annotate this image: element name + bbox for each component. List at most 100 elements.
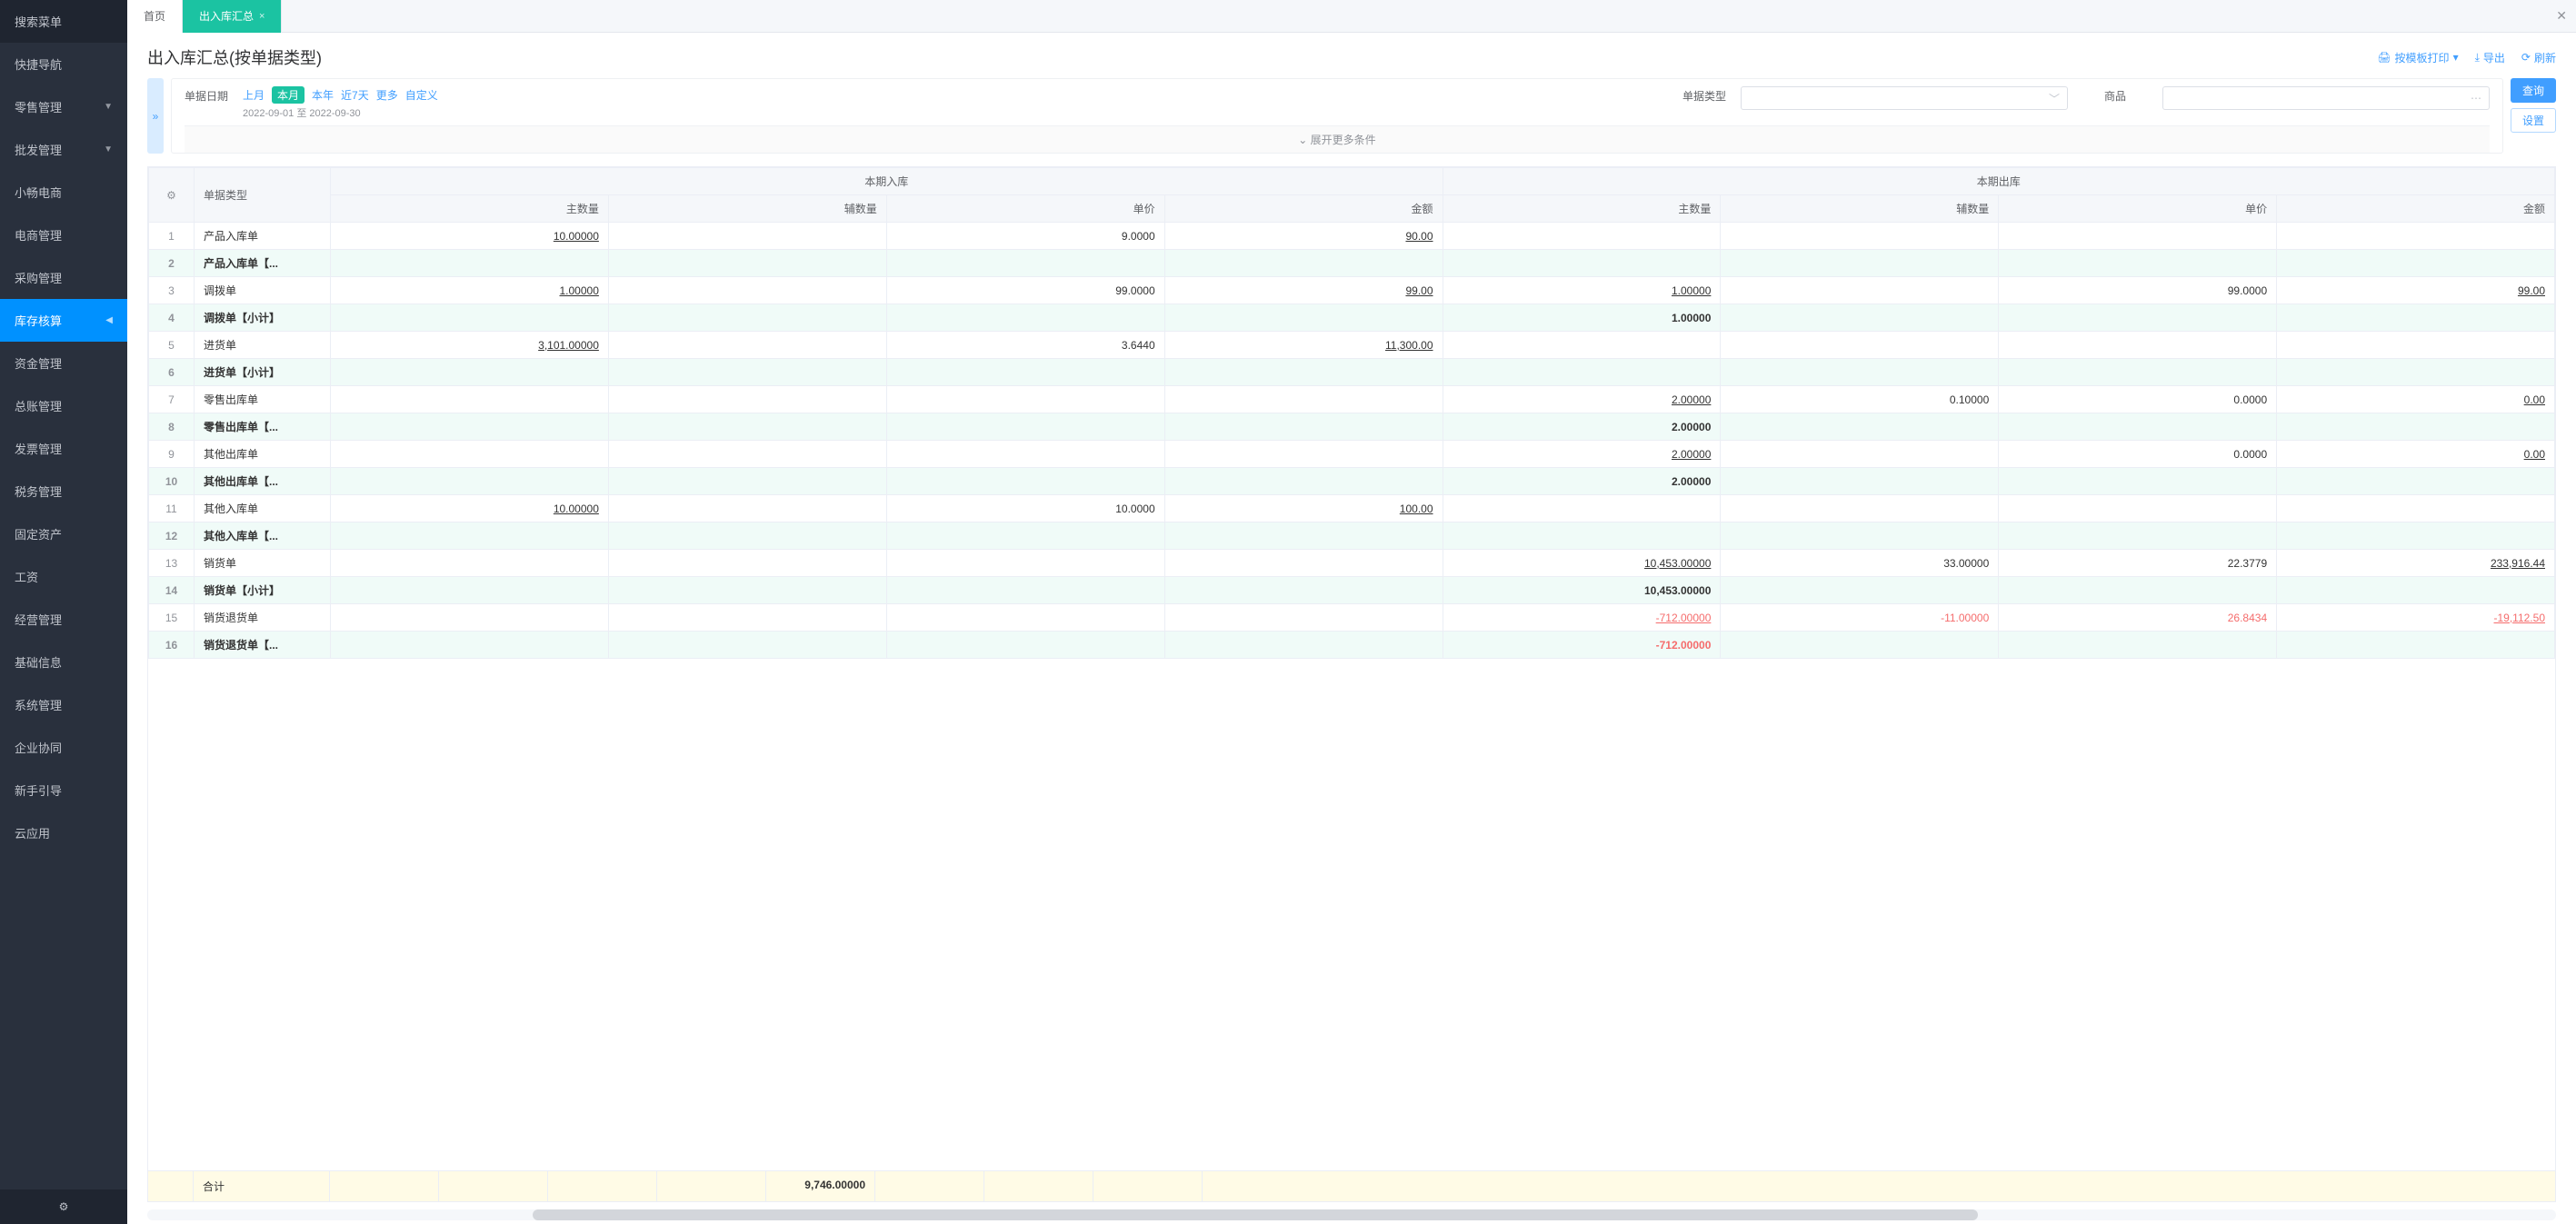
expand-more-filters[interactable]: ⌄ 展开更多条件 bbox=[185, 125, 2490, 153]
date-option-3[interactable]: 近7天 bbox=[341, 87, 369, 103]
value-link[interactable]: 11,300.00 bbox=[1385, 339, 1433, 352]
value-link[interactable]: -712.00000 bbox=[1656, 612, 1712, 624]
sidebar-item-6[interactable]: 采购管理 bbox=[0, 256, 127, 299]
date-option-2[interactable]: 本年 bbox=[312, 87, 334, 103]
value-link[interactable]: 0.00 bbox=[2524, 393, 2545, 406]
value-link[interactable]: 0.00 bbox=[2524, 448, 2545, 461]
sidebar-item-7[interactable]: 库存核算◀ bbox=[0, 299, 127, 342]
cell-in_amount: 11,300.00 bbox=[1164, 332, 1443, 359]
export-button[interactable]: ⤓ 导出 bbox=[2475, 50, 2505, 65]
cell-in_mainQty bbox=[331, 550, 609, 577]
row-type: 调拨单 bbox=[195, 277, 331, 304]
sidebar-item-label: 小畅电商 bbox=[15, 184, 62, 201]
value-link[interactable]: 1.00000 bbox=[1672, 284, 1711, 297]
value-link[interactable]: 2.00000 bbox=[1672, 448, 1711, 461]
sidebar-item-10[interactable]: 发票管理 bbox=[0, 427, 127, 470]
sidebar-item-0[interactable]: 搜索菜单 bbox=[0, 0, 127, 43]
sidebar-settings[interactable]: ⚙ bbox=[0, 1189, 127, 1224]
cell-in_price bbox=[886, 468, 1164, 495]
sidebar-item-18[interactable]: 新手引导 bbox=[0, 769, 127, 811]
col-out-amount: 金额 bbox=[2277, 195, 2555, 223]
product-label: 商品 bbox=[2104, 86, 2153, 104]
table-settings-gear[interactable]: ⚙ bbox=[149, 168, 195, 223]
gear-icon: ⚙ bbox=[166, 189, 176, 202]
query-button[interactable]: 查询 bbox=[2511, 78, 2556, 103]
cell-out_amount bbox=[2277, 468, 2555, 495]
sidebar-item-19[interactable]: 云应用 bbox=[0, 811, 127, 854]
sidebar-item-15[interactable]: 基础信息 bbox=[0, 641, 127, 683]
sidebar-item-3[interactable]: 批发管理▼ bbox=[0, 128, 127, 171]
sidebar-item-12[interactable]: 固定资产 bbox=[0, 512, 127, 555]
value-link[interactable]: 10,453.00000 bbox=[1644, 557, 1711, 570]
tab-1[interactable]: 出入库汇总× bbox=[183, 0, 282, 33]
table-row: 13销货单10,453.0000033.0000022.3779233,916.… bbox=[149, 550, 2555, 577]
date-label: 单据日期 bbox=[185, 86, 234, 104]
row-type: 零售出库单【... bbox=[195, 413, 331, 441]
scrollbar-thumb[interactable] bbox=[533, 1209, 1978, 1220]
cell-out_mainQty: 2.00000 bbox=[1443, 413, 1721, 441]
cell-in_price bbox=[886, 386, 1164, 413]
value-link[interactable]: 2.00000 bbox=[1672, 393, 1711, 406]
sidebar-item-2[interactable]: 零售管理▼ bbox=[0, 85, 127, 128]
value-link[interactable]: 1.00000 bbox=[559, 284, 598, 297]
product-select[interactable]: ⋯ bbox=[2162, 86, 2490, 110]
sidebar-item-8[interactable]: 资金管理 bbox=[0, 342, 127, 384]
sidebar-item-1[interactable]: 快捷导航 bbox=[0, 43, 127, 85]
value-link[interactable]: 100.00 bbox=[1400, 503, 1433, 515]
value-link[interactable]: -19,112.50 bbox=[2494, 612, 2546, 624]
col-in-amount: 金额 bbox=[1164, 195, 1443, 223]
filter-settings-button[interactable]: 设置 bbox=[2511, 108, 2556, 133]
cell-in_mainQty bbox=[331, 413, 609, 441]
cell-in_auxQty bbox=[608, 250, 886, 277]
refresh-button[interactable]: ⟳ 刷新 bbox=[2521, 50, 2556, 65]
table-row: 2产品入库单【... bbox=[149, 250, 2555, 277]
page-title: 出入库汇总(按单据类型) bbox=[147, 45, 322, 69]
row-index: 9 bbox=[149, 441, 195, 468]
cell-in_auxQty bbox=[608, 604, 886, 632]
sidebar-item-11[interactable]: 税务管理 bbox=[0, 470, 127, 512]
value-link[interactable]: 10.00000 bbox=[554, 503, 599, 515]
date-option-1[interactable]: 本月 bbox=[272, 86, 305, 104]
sidebar-item-16[interactable]: 系统管理 bbox=[0, 683, 127, 726]
table-row: 12其他入库单【... bbox=[149, 522, 2555, 550]
table-row: 9其他出库单2.000000.00000.00 bbox=[149, 441, 2555, 468]
chevron-right-icon: » bbox=[153, 110, 159, 123]
table-row: 8零售出库单【...2.00000 bbox=[149, 413, 2555, 441]
print-button[interactable]: 🖨 按模板打印 ▾ bbox=[2377, 50, 2458, 65]
chevron-down-icon: ▾ bbox=[2453, 51, 2459, 64]
sidebar-item-label: 资金管理 bbox=[15, 354, 62, 372]
tab-close-icon[interactable]: × bbox=[259, 11, 265, 22]
sidebar-item-5[interactable]: 电商管理 bbox=[0, 214, 127, 256]
value-link[interactable]: 90.00 bbox=[1405, 230, 1433, 243]
sidebar-item-14[interactable]: 经营管理 bbox=[0, 598, 127, 641]
tab-0[interactable]: 首页 bbox=[127, 0, 183, 33]
col-out-price: 单价 bbox=[1999, 195, 2277, 223]
collapse-filter-handle[interactable]: » bbox=[147, 78, 164, 154]
cell-out_price: 99.0000 bbox=[1999, 277, 2277, 304]
sidebar-item-label: 云应用 bbox=[15, 824, 50, 841]
date-option-5[interactable]: 自定义 bbox=[405, 87, 438, 103]
cell-in_price: 9.0000 bbox=[886, 223, 1164, 250]
sidebar-item-9[interactable]: 总账管理 bbox=[0, 384, 127, 427]
row-index: 14 bbox=[149, 577, 195, 604]
cell-in_amount: 100.00 bbox=[1164, 495, 1443, 522]
row-type: 其他出库单 bbox=[195, 441, 331, 468]
sidebar-item-17[interactable]: 企业协同 bbox=[0, 726, 127, 769]
cell-in_mainQty bbox=[331, 632, 609, 659]
billtype-select[interactable]: ﹀ bbox=[1741, 86, 2068, 110]
value-link[interactable]: 10.00000 bbox=[554, 230, 599, 243]
value-link[interactable]: 3,101.00000 bbox=[538, 339, 599, 352]
sidebar-item-4[interactable]: 小畅电商 bbox=[0, 171, 127, 214]
value-link[interactable]: 99.00 bbox=[1405, 284, 1433, 297]
cell-out_price: 26.8434 bbox=[1999, 604, 2277, 632]
row-type: 进货单 bbox=[195, 332, 331, 359]
value-link[interactable]: 99.00 bbox=[2518, 284, 2545, 297]
value-link[interactable]: 233,916.44 bbox=[2491, 557, 2545, 570]
date-option-0[interactable]: 上月 bbox=[243, 87, 265, 103]
sidebar-item-13[interactable]: 工资 bbox=[0, 555, 127, 598]
horizontal-scrollbar[interactable] bbox=[147, 1209, 2556, 1220]
close-all-tabs[interactable]: ✕ bbox=[2547, 8, 2576, 24]
cell-out_mainQty bbox=[1443, 332, 1721, 359]
row-index: 5 bbox=[149, 332, 195, 359]
date-option-4[interactable]: 更多 bbox=[376, 87, 398, 103]
